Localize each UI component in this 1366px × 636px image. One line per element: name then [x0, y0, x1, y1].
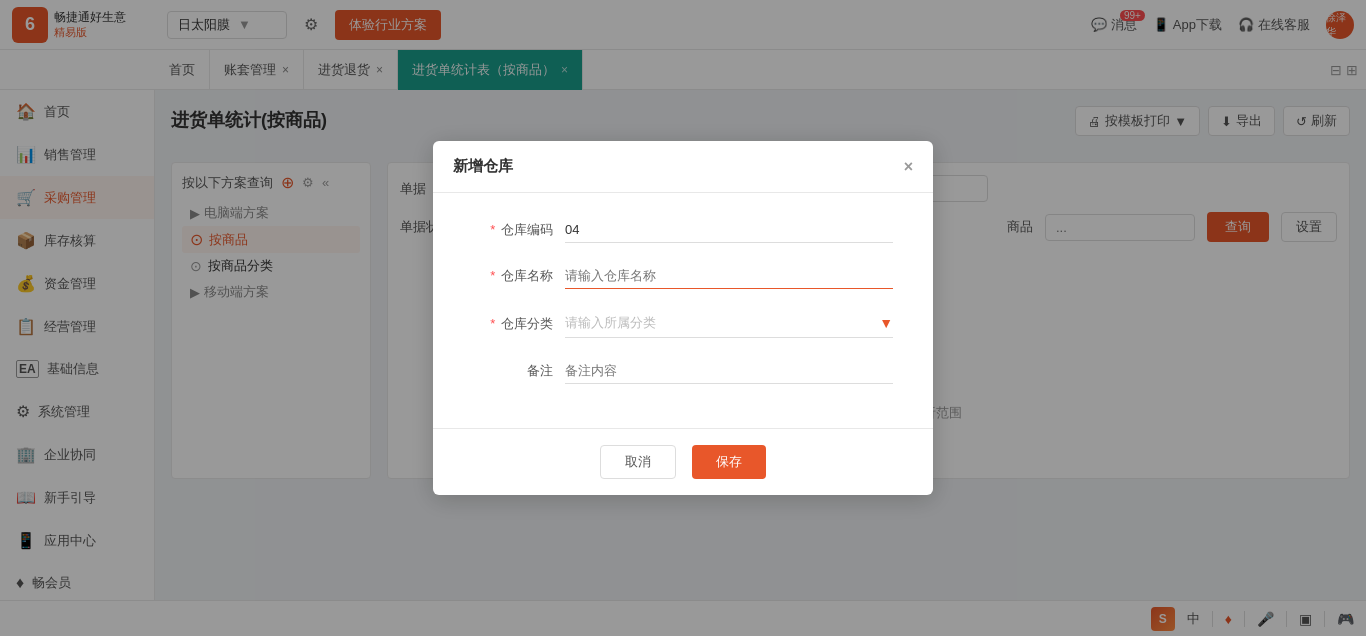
modal-footer: 取消 保存 [433, 428, 933, 495]
save-button[interactable]: 保存 [692, 445, 766, 479]
modal-title: 新增仓库 [453, 157, 513, 176]
code-label: * 仓库编码 [473, 221, 553, 239]
warehouse-category-row: * 仓库分类 请输入所属分类 ▼ [473, 309, 893, 338]
warehouse-note-input[interactable] [565, 358, 893, 384]
modal-overlay[interactable]: 新增仓库 × * 仓库编码 * 仓库名称 [0, 0, 1366, 636]
category-dropdown-icon: ▼ [879, 315, 893, 331]
name-label: * 仓库名称 [473, 267, 553, 285]
warehouse-name-row: * 仓库名称 [473, 263, 893, 289]
warehouse-name-input[interactable] [565, 263, 893, 289]
warehouse-note-row: 备注 [473, 358, 893, 384]
modal-close-button[interactable]: × [904, 158, 913, 176]
warehouse-code-input[interactable] [565, 217, 893, 243]
note-label: 备注 [473, 362, 553, 380]
warehouse-category-select[interactable]: 请输入所属分类 ▼ [565, 309, 893, 338]
modal-header: 新增仓库 × [433, 141, 933, 193]
new-warehouse-modal: 新增仓库 × * 仓库编码 * 仓库名称 [433, 141, 933, 495]
category-label: * 仓库分类 [473, 315, 553, 333]
warehouse-code-row: * 仓库编码 [473, 217, 893, 243]
modal-body: * 仓库编码 * 仓库名称 * 仓库分类 请输入 [433, 193, 933, 428]
cancel-button[interactable]: 取消 [600, 445, 676, 479]
